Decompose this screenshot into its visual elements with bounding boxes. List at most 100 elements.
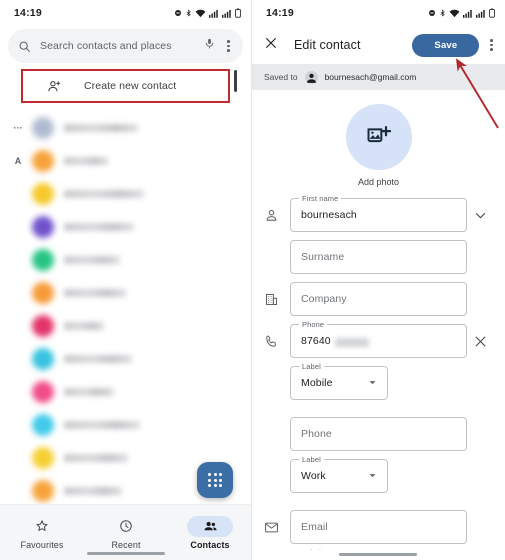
add-photo-area[interactable]: Add photo xyxy=(252,104,505,187)
search-icon xyxy=(19,41,30,52)
bottom-navigation: Favourites Recent Contacts xyxy=(0,504,251,560)
contact-name xyxy=(64,189,144,198)
avatar xyxy=(304,70,318,84)
text-input[interactable]: Phone 87640 xyxy=(290,320,467,358)
form-field-row: Email xyxy=(252,510,505,544)
field-value: 87640 xyxy=(301,335,331,347)
create-new-contact-label: Create new contact xyxy=(84,80,177,92)
add-photo-button[interactable] xyxy=(345,104,412,170)
save-button[interactable]: Save xyxy=(412,33,480,57)
field-placeholder: Phone xyxy=(301,428,332,440)
microphone-icon[interactable] xyxy=(204,37,215,55)
list-item[interactable] xyxy=(0,210,251,243)
nav-item-favourites[interactable]: Favourites xyxy=(0,516,84,550)
nav-item-contacts[interactable]: Contacts xyxy=(168,515,251,550)
list-item[interactable] xyxy=(0,408,251,441)
list-item[interactable] xyxy=(0,243,251,276)
scrollbar-thumb[interactable] xyxy=(233,70,237,92)
list-item[interactable] xyxy=(0,276,251,309)
close-icon[interactable] xyxy=(473,334,488,349)
dropdown-caret-icon[interactable] xyxy=(368,374,377,392)
page-title: Edit contact xyxy=(294,38,361,52)
list-item[interactable] xyxy=(0,342,251,375)
text-input[interactable]: First name bournesach xyxy=(290,194,467,232)
field-label: First name xyxy=(299,194,342,203)
create-new-contact-button[interactable]: Create new contact xyxy=(21,69,230,103)
form-field-row: Label Mobile xyxy=(252,362,505,400)
edit-contact-screen: 14:19 Edit contact Save Saved to bournes… xyxy=(252,0,505,560)
battery-icon xyxy=(489,8,495,18)
dialpad-icon xyxy=(208,473,222,487)
form-field-row: Company xyxy=(252,282,505,316)
wifi-icon xyxy=(195,9,206,17)
saved-to-bar[interactable]: Saved to bournesach@gmail.com xyxy=(252,64,505,90)
nav-label-favourites: Favourites xyxy=(20,539,64,550)
field-label: Label xyxy=(299,362,324,371)
contact-name xyxy=(64,255,120,264)
avatar xyxy=(32,380,54,403)
bluetooth-icon xyxy=(440,9,445,17)
contacts-list[interactable]: ··· A xyxy=(0,111,251,507)
form-field-row: Surname xyxy=(252,240,505,274)
section-header: A xyxy=(14,155,22,166)
more-vertical-icon[interactable] xyxy=(224,38,233,54)
person-icon xyxy=(266,209,277,221)
list-item[interactable] xyxy=(0,309,251,342)
status-bar-right: 14:19 xyxy=(252,0,505,26)
contact-name xyxy=(64,156,108,165)
label-select[interactable]: Label Mobile xyxy=(290,362,388,400)
form-field-row: Label Work xyxy=(252,455,505,493)
label-select[interactable]: Label Work xyxy=(290,455,388,493)
do-not-disturb-icon xyxy=(429,10,435,16)
text-input[interactable]: Email xyxy=(290,510,467,544)
field-placeholder: Company xyxy=(301,293,347,305)
form-field-row: Phone xyxy=(252,417,505,451)
gesture-home-bar[interactable] xyxy=(339,552,417,556)
avatar xyxy=(32,446,54,469)
create-new-contact-highlight: Create new contact xyxy=(21,69,230,103)
list-item[interactable]: A xyxy=(0,144,251,177)
avatar xyxy=(32,347,54,370)
search-bar[interactable]: Search contacts and places xyxy=(8,29,243,63)
bluetooth-icon xyxy=(186,9,191,17)
field-leading-icon xyxy=(264,334,290,349)
app-bar: Edit contact Save xyxy=(252,26,505,64)
signal-icon xyxy=(222,9,231,18)
status-time: 14:19 xyxy=(266,7,294,19)
text-input[interactable]: Company xyxy=(290,282,467,316)
more-vertical-icon[interactable] xyxy=(487,37,496,53)
avatar xyxy=(32,149,54,172)
avatar xyxy=(32,479,54,502)
status-icon-group xyxy=(428,8,495,18)
status-icon-group xyxy=(174,8,241,18)
company-icon xyxy=(266,293,277,305)
saved-to-account: bournesach@gmail.com xyxy=(324,72,417,82)
text-input[interactable]: Surname xyxy=(290,240,467,274)
field-label: Label xyxy=(299,455,324,464)
list-item[interactable]: ··· xyxy=(0,111,251,144)
dialpad-fab[interactable] xyxy=(197,462,233,498)
close-icon[interactable] xyxy=(264,36,278,55)
gesture-home-bar[interactable] xyxy=(87,551,165,555)
avatar xyxy=(32,281,54,304)
field-leading-icon xyxy=(264,208,290,223)
chevron-down-icon[interactable] xyxy=(473,208,488,223)
field-trailing-icon xyxy=(467,334,493,349)
phone-icon xyxy=(266,335,276,347)
field-placeholder: Email xyxy=(301,521,328,533)
form-field-row: Phone 87640 xyxy=(252,320,505,358)
avatar xyxy=(32,182,54,205)
contact-name xyxy=(64,486,122,495)
dropdown-caret-icon[interactable] xyxy=(368,467,377,485)
field-trailing-icon xyxy=(467,208,493,223)
contact-name xyxy=(64,387,114,396)
avatar xyxy=(32,413,54,436)
person-add-icon xyxy=(48,80,61,91)
list-item[interactable] xyxy=(0,177,251,210)
list-item[interactable] xyxy=(0,375,251,408)
nav-item-recent[interactable]: Recent xyxy=(84,516,168,550)
field-label: Phone xyxy=(299,320,328,329)
text-input[interactable]: Phone xyxy=(290,417,467,451)
contact-name xyxy=(64,222,134,231)
search-input[interactable]: Search contacts and places xyxy=(40,40,204,52)
